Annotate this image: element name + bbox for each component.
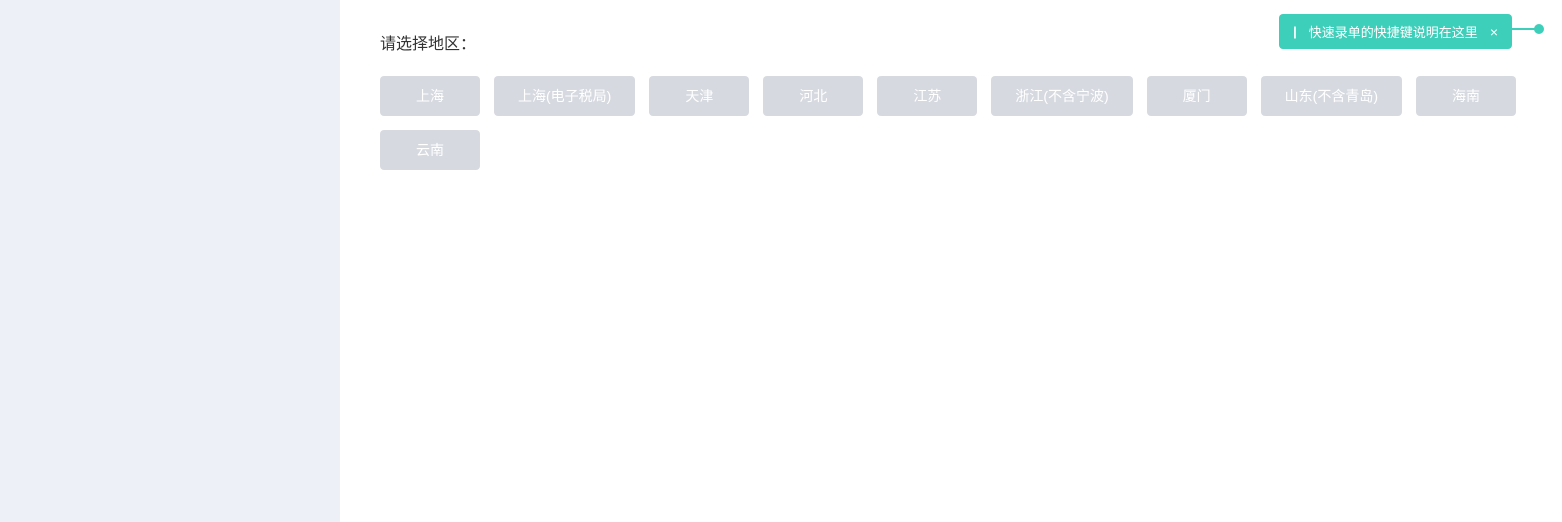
tooltip-text: 快速录单的快捷键说明在这里: [1309, 22, 1478, 41]
tooltip-connector-dot: [1534, 24, 1544, 34]
region-btn-xiamen[interactable]: 厦门: [1147, 76, 1247, 116]
sidebar: [0, 0, 340, 522]
region-buttons-container: 上海 上海(电子税局) 天津 河北 江苏 浙江(不含宁波) 厦门 山东(不含青岛…: [380, 76, 1522, 170]
tooltip-close-button[interactable]: ×: [1490, 24, 1498, 40]
region-btn-zhejiang[interactable]: 浙江(不含宁波): [991, 76, 1132, 116]
region-btn-shanghai-etax[interactable]: 上海(电子税局): [494, 76, 635, 116]
region-btn-hebei[interactable]: 河北: [763, 76, 863, 116]
tooltip-bar: 快速录单的快捷键说明在这里 ×: [1279, 14, 1512, 49]
region-btn-shandong[interactable]: 山东(不含青岛): [1261, 76, 1402, 116]
region-btn-jiangsu[interactable]: 江苏: [877, 76, 977, 116]
region-btn-yunnan[interactable]: 云南: [380, 130, 480, 170]
region-btn-shanghai[interactable]: 上海: [380, 76, 480, 116]
tooltip-connector-line: [1505, 28, 1535, 30]
region-btn-hainan[interactable]: 海南: [1416, 76, 1516, 116]
region-btn-tianjin[interactable]: 天津: [649, 76, 749, 116]
main-content: 请选择地区： 上海 上海(电子税局) 天津 河北 江苏 浙江(不含宁波) 厦门 …: [340, 0, 1562, 522]
